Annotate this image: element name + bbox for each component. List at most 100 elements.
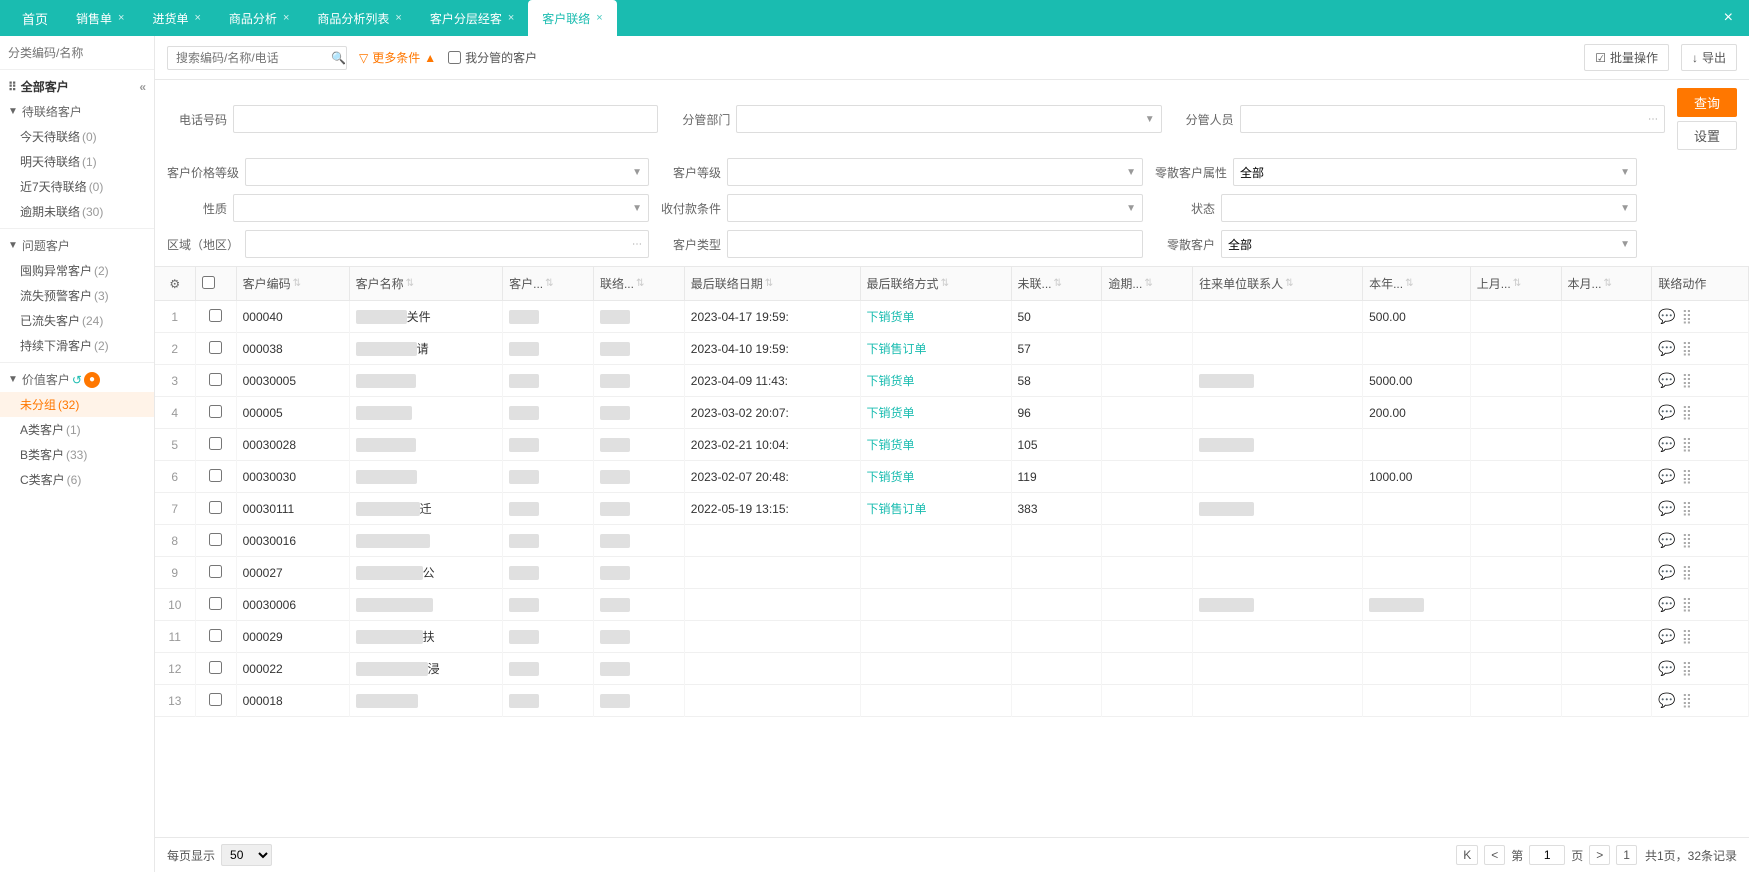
settings-header[interactable]: ⚙ xyxy=(155,267,195,301)
close-icon[interactable]: × xyxy=(508,12,514,24)
row-select-checkbox[interactable] xyxy=(209,309,222,322)
more-actions-icon[interactable]: ⣿ xyxy=(1682,628,1692,645)
nav-tab-sales[interactable]: 销售单 × xyxy=(62,0,138,36)
close-icon[interactable]: × xyxy=(283,12,289,24)
retail-attr-select[interactable]: 全部▼ xyxy=(1233,158,1637,186)
contact-method-link[interactable]: 下销货单 xyxy=(867,406,915,420)
next-page-button[interactable]: > xyxy=(1589,845,1610,865)
message-icon[interactable]: 💬 xyxy=(1658,436,1675,453)
sidebar-item-tomorrow[interactable]: 明天待联络 (1) xyxy=(0,149,154,174)
reset-button[interactable]: 设置 xyxy=(1677,121,1737,150)
price-grade-select[interactable]: ▼ xyxy=(245,158,649,186)
contact-method-link[interactable]: 下销货单 xyxy=(867,374,915,388)
region-select[interactable]: ⋯ xyxy=(245,230,649,258)
close-icon[interactable]: × xyxy=(194,12,200,24)
sidebar-item-A[interactable]: A类客户 (1) xyxy=(0,417,154,442)
filter-search-input[interactable] xyxy=(176,51,331,65)
contact-method-link[interactable]: 下销货单 xyxy=(867,438,915,452)
page-number-input[interactable] xyxy=(1529,845,1565,865)
row-select-checkbox[interactable] xyxy=(209,437,222,450)
message-icon[interactable]: 💬 xyxy=(1658,596,1675,613)
dept-select[interactable]: ▼ xyxy=(736,105,1161,133)
page-size-select[interactable]: 50 20 100 xyxy=(221,844,272,866)
sidebar-pending-group[interactable]: ▼ 待联络客户 xyxy=(0,99,154,124)
sidebar-value-group[interactable]: ▼ 价值客户 ↺ ● xyxy=(0,367,154,392)
batch-operation-button[interactable]: ☑ 批量操作 xyxy=(1584,44,1669,71)
row-select-checkbox[interactable] xyxy=(209,597,222,610)
more-actions-icon[interactable]: ⣿ xyxy=(1682,692,1692,709)
row-select-checkbox[interactable] xyxy=(209,469,222,482)
nav-tab-customer-seg[interactable]: 客户分层经客 × xyxy=(416,0,528,36)
more-actions-icon[interactable]: ⣿ xyxy=(1682,564,1692,581)
phone-input[interactable] xyxy=(233,105,658,133)
sidebar-item-warning[interactable]: 流失预警客户 (3) xyxy=(0,283,154,308)
more-actions-icon[interactable]: ⣿ xyxy=(1682,500,1692,517)
settings-icon[interactable]: ⚙ xyxy=(169,277,180,291)
sidebar-item-today[interactable]: 今天待联络 (0) xyxy=(0,124,154,149)
select-all-checkbox[interactable] xyxy=(202,276,215,289)
more-conditions-button[interactable]: ▽ 更多条件 ▲ xyxy=(359,49,436,66)
prev-page-button[interactable]: < xyxy=(1484,845,1505,865)
message-icon[interactable]: 💬 xyxy=(1658,372,1675,389)
grade-select[interactable]: ▼ xyxy=(727,158,1143,186)
customer-type-select[interactable] xyxy=(727,230,1143,258)
close-icon[interactable]: × xyxy=(395,12,401,24)
sidebar-item-7days[interactable]: 近7天待联络 (0) xyxy=(0,174,154,199)
nav-tab-customer-contact[interactable]: 客户联络 × xyxy=(528,0,616,36)
close-icon[interactable]: × xyxy=(118,12,124,24)
contact-method-link[interactable]: 下销售订单 xyxy=(867,502,927,516)
message-icon[interactable]: 💬 xyxy=(1658,308,1675,325)
more-actions-icon[interactable]: ⣿ xyxy=(1682,340,1692,357)
row-select-checkbox[interactable] xyxy=(209,501,222,514)
more-actions-icon[interactable]: ⣿ xyxy=(1682,436,1692,453)
sidebar-item-lost[interactable]: 已流失客户 (24) xyxy=(0,308,154,333)
refresh-icon[interactable]: ↺ xyxy=(72,373,82,387)
global-close-button[interactable]: × xyxy=(1716,9,1741,27)
nav-tab-analysis-list[interactable]: 商品分析列表 × xyxy=(303,0,415,36)
row-select-checkbox[interactable] xyxy=(209,533,222,546)
nature-select[interactable]: ▼ xyxy=(233,194,649,222)
sidebar-item-overdue[interactable]: 逾期未联络 (30) xyxy=(0,199,154,224)
row-select-checkbox[interactable] xyxy=(209,693,222,706)
sidebar-item-ungrouped[interactable]: 未分组 (32) xyxy=(0,392,154,417)
query-button[interactable]: 查询 xyxy=(1677,88,1737,117)
sidebar-all-customers[interactable]: ⠿ 全部客户 « xyxy=(0,70,154,99)
contact-method-link[interactable]: 下销货单 xyxy=(867,470,915,484)
row-select-checkbox[interactable] xyxy=(209,629,222,642)
sidebar-item-C[interactable]: C类客户 (6) xyxy=(0,467,154,492)
nav-home[interactable]: 首页 xyxy=(8,9,62,28)
message-icon[interactable]: 💬 xyxy=(1658,404,1675,421)
sidebar-problem-group[interactable]: ▼ 问题客户 xyxy=(0,233,154,258)
message-icon[interactable]: 💬 xyxy=(1658,500,1675,517)
sidebar-item-declining[interactable]: 持续下滑客户 (2) xyxy=(0,333,154,358)
status-select[interactable]: ▼ xyxy=(1221,194,1637,222)
nav-tab-analysis[interactable]: 商品分析 × xyxy=(215,0,303,36)
nav-tab-purchase[interactable]: 进货单 × xyxy=(138,0,214,36)
more-actions-icon[interactable]: ⣿ xyxy=(1682,308,1692,325)
message-icon[interactable]: 💬 xyxy=(1658,660,1675,677)
row-select-checkbox[interactable] xyxy=(209,341,222,354)
message-icon[interactable]: 💬 xyxy=(1658,532,1675,549)
message-icon[interactable]: 💬 xyxy=(1658,692,1675,709)
row-select-checkbox[interactable] xyxy=(209,661,222,674)
first-page-button[interactable]: K xyxy=(1456,845,1478,865)
sidebar-search-input[interactable] xyxy=(8,46,155,60)
export-button[interactable]: ↓ 导出 xyxy=(1681,44,1737,71)
message-icon[interactable]: 💬 xyxy=(1658,564,1675,581)
sidebar-item-B[interactable]: B类客户 (33) xyxy=(0,442,154,467)
collapse-icon[interactable]: « xyxy=(139,80,146,94)
more-actions-icon[interactable]: ⣿ xyxy=(1682,532,1692,549)
more-actions-icon[interactable]: ⣿ xyxy=(1682,468,1692,485)
search-icon[interactable]: 🔍 xyxy=(331,51,346,65)
row-select-checkbox[interactable] xyxy=(209,373,222,386)
sidebar-item-abnormal[interactable]: 囤购异常客户 (2) xyxy=(0,258,154,283)
retail-customer-select[interactable]: 全部▼ xyxy=(1221,230,1637,258)
message-icon[interactable]: 💬 xyxy=(1658,468,1675,485)
contact-method-link[interactable]: 下销货单 xyxy=(867,310,915,324)
more-actions-icon[interactable]: ⣿ xyxy=(1682,596,1692,613)
close-icon[interactable]: × xyxy=(596,12,602,24)
manager-select[interactable]: ⋯ xyxy=(1240,105,1665,133)
row-select-checkbox[interactable] xyxy=(209,405,222,418)
message-icon[interactable]: 💬 xyxy=(1658,628,1675,645)
message-icon[interactable]: 💬 xyxy=(1658,340,1675,357)
